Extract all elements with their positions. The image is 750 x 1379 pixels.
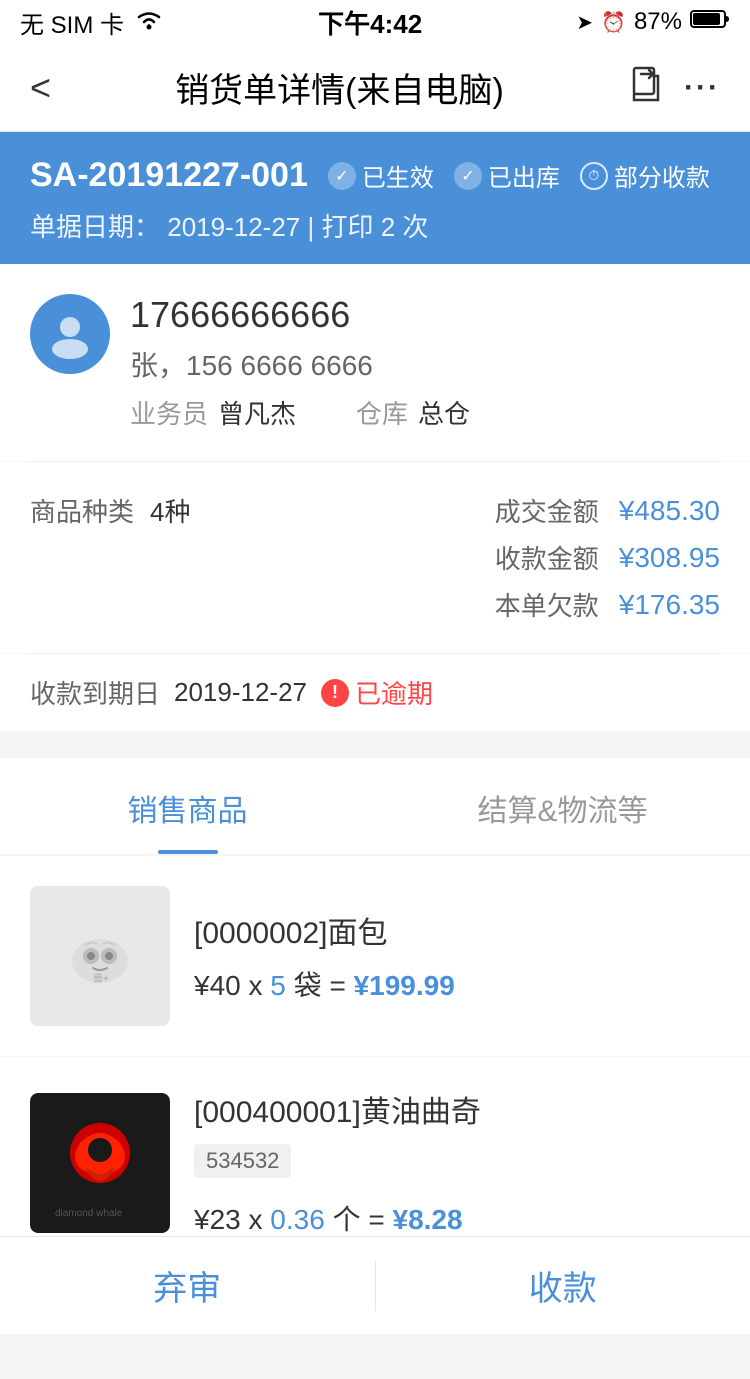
product-total-2: ¥8.28 [393, 1204, 463, 1235]
product-item-1: 兽+ [0000002]面包 ¥40 x 5 袋 = ¥199.99 [0, 856, 750, 1057]
warehouse-item: 仓库 总仓 [356, 394, 470, 431]
battery-icon [690, 8, 730, 37]
product-owl-placeholder: 兽+ [30, 886, 170, 1026]
overdue-section: 收款到期日 2019-12-27 ! 已逾期 [0, 654, 750, 731]
overdue-date: 2019-12-27 [174, 677, 307, 708]
doc-id: SA-20191227-001 [30, 156, 308, 195]
collect-button[interactable]: 收款 [376, 1241, 750, 1330]
debt-label: 本单欠款 [495, 586, 599, 623]
status-left: 无 SIM 卡 [20, 5, 164, 40]
deal-amount: ¥485.30 [619, 495, 720, 527]
product-price-row-1: ¥40 x 5 袋 = ¥199.99 [194, 964, 720, 1004]
tab-sales-products[interactable]: 销售商品 [0, 758, 375, 854]
overdue-label: 收款到期日 [30, 674, 160, 711]
product-image-2: diamond whale [30, 1093, 170, 1233]
badge-effective: ✓ 已生效 [328, 158, 434, 193]
product-sku-2: 534532 [194, 1144, 291, 1178]
clock-icon: ⏱ [580, 162, 608, 190]
location-icon: ➤ [576, 10, 593, 35]
overdue-text: 已逾期 [355, 674, 433, 711]
status-right: ➤ ⏰ 87% [576, 8, 730, 37]
battery-label: 87% [634, 8, 682, 36]
nav-title: 销货单详情(来自电脑) [175, 63, 504, 112]
product-eq-2: = [368, 1204, 392, 1235]
product-price-2: ¥23 [194, 1204, 241, 1235]
warehouse-label: 仓库 [356, 394, 408, 431]
product-unit-1: 袋 [294, 970, 322, 1001]
overdue-badge: ! 已逾期 [321, 674, 433, 711]
stats-right: 成交金额 ¥485.30 收款金额 ¥308.95 本单欠款 ¥176.35 [375, 492, 720, 623]
product-info-1: [0000002]面包 ¥40 x 5 袋 = ¥199.99 [194, 908, 720, 1004]
print-count: 2 [381, 212, 395, 242]
wifi-icon [134, 8, 164, 37]
salesperson-value: 曾凡杰 [218, 394, 296, 431]
nav-right[interactable]: ··· [628, 66, 720, 110]
share-icon[interactable] [628, 66, 664, 110]
badge-partial-payment: ⏱ 部分收款 [580, 158, 710, 193]
customer-meta: 业务员 曾凡杰 仓库 总仓 [130, 394, 720, 431]
pay-label: 收款金额 [495, 539, 599, 576]
tabs-container: 销售商品 结算&物流等 [0, 757, 750, 854]
more-icon[interactable]: ··· [684, 71, 720, 105]
customer-avatar [30, 294, 110, 374]
carrier-label: 无 SIM 卡 [20, 5, 124, 40]
product-name-2: [000400001]黄油曲奇 [194, 1087, 720, 1131]
badge-shipped: ✓ 已出库 [454, 158, 560, 193]
back-button[interactable]: < [30, 67, 51, 109]
stats-section: 商品种类 4种 成交金额 ¥485.30 收款金额 ¥308.95 本单欠款 ¥… [0, 462, 750, 653]
check-icon-1: ✓ [328, 162, 356, 190]
alarm-icon: ⏰ [601, 10, 626, 35]
customer-section: 17666666666 张，156 6666 6666 业务员 曾凡杰 仓库 总… [0, 264, 750, 461]
nav-bar: < 销货单详情(来自电脑) ··· [0, 44, 750, 132]
product-unit-2: 个 [333, 1204, 361, 1235]
status-time: 下午4:42 [318, 4, 422, 41]
product-qty-1: 5 [270, 970, 286, 1001]
customer-phone: 张，156 6666 6666 [130, 344, 720, 384]
date-label: 单据日期： [30, 212, 160, 242]
svg-text:diamond whale: diamond whale [55, 1208, 123, 1219]
doc-header: SA-20191227-001 ✓ 已生效 ✓ 已出库 ⏱ 部分收款 单据日期：… [0, 132, 750, 264]
stats-left: 商品种类 4种 [30, 492, 375, 529]
customer-info: 17666666666 张，156 6666 6666 业务员 曾凡杰 仓库 总… [130, 294, 720, 431]
check-icon-2: ✓ [454, 162, 482, 190]
salesperson-label: 业务员 [130, 394, 208, 431]
product-total-1: ¥199.99 [354, 970, 455, 1001]
product-multiply-1: x [249, 970, 271, 1001]
product-img-dark-2: diamond whale [30, 1093, 170, 1233]
products-list: 兽+ [0000002]面包 ¥40 x 5 袋 = ¥199.99 [0, 856, 750, 1269]
tab-settlement[interactable]: 结算&物流等 [375, 758, 750, 854]
bottom-bar: 弃审 收款 [0, 1236, 750, 1334]
debt-row: 本单欠款 ¥176.35 [495, 586, 720, 623]
product-multiply-2: x [249, 1204, 271, 1235]
reject-button[interactable]: 弃审 [0, 1241, 375, 1330]
nav-left[interactable]: < [30, 67, 51, 109]
salesperson-item: 业务员 曾凡杰 [130, 394, 296, 431]
section-divider [0, 731, 750, 747]
warehouse-value: 总仓 [418, 394, 470, 431]
product-qty-2: 0.36 [270, 1204, 325, 1235]
category-count: 4种 [150, 492, 190, 529]
product-price-row-2: ¥23 x 0.36 个 = ¥8.28 [194, 1198, 720, 1238]
product-name-1: [0000002]面包 [194, 908, 720, 952]
product-info-2: [000400001]黄油曲奇 534532 ¥23 x 0.36 个 = ¥8… [194, 1087, 720, 1238]
product-price-1: ¥40 [194, 970, 241, 1001]
pay-amount: ¥308.95 [619, 542, 720, 574]
doc-id-row: SA-20191227-001 ✓ 已生效 ✓ 已出库 ⏱ 部分收款 [30, 156, 720, 195]
category-label: 商品种类 [30, 492, 134, 529]
pay-row: 收款金额 ¥308.95 [495, 539, 720, 576]
product-eq-1: = [329, 970, 353, 1001]
doc-date-row: 单据日期： 2019-12-27 | 打印 2 次 [30, 207, 720, 244]
doc-date: 2019-12-27 [167, 212, 300, 242]
deal-label: 成交金额 [495, 492, 599, 529]
overdue-dot-icon: ! [321, 679, 349, 707]
print-label: | 打印 [307, 212, 373, 242]
svg-text:兽+: 兽+ [93, 972, 109, 985]
product-image-1: 兽+ [30, 886, 170, 1026]
customer-name: 17666666666 [130, 294, 720, 336]
status-bar: 无 SIM 卡 下午4:42 ➤ ⏰ 87% [0, 0, 750, 44]
debt-amount: ¥176.35 [619, 589, 720, 621]
deal-row: 成交金额 ¥485.30 [495, 492, 720, 529]
print-suffix: 次 [402, 212, 428, 242]
